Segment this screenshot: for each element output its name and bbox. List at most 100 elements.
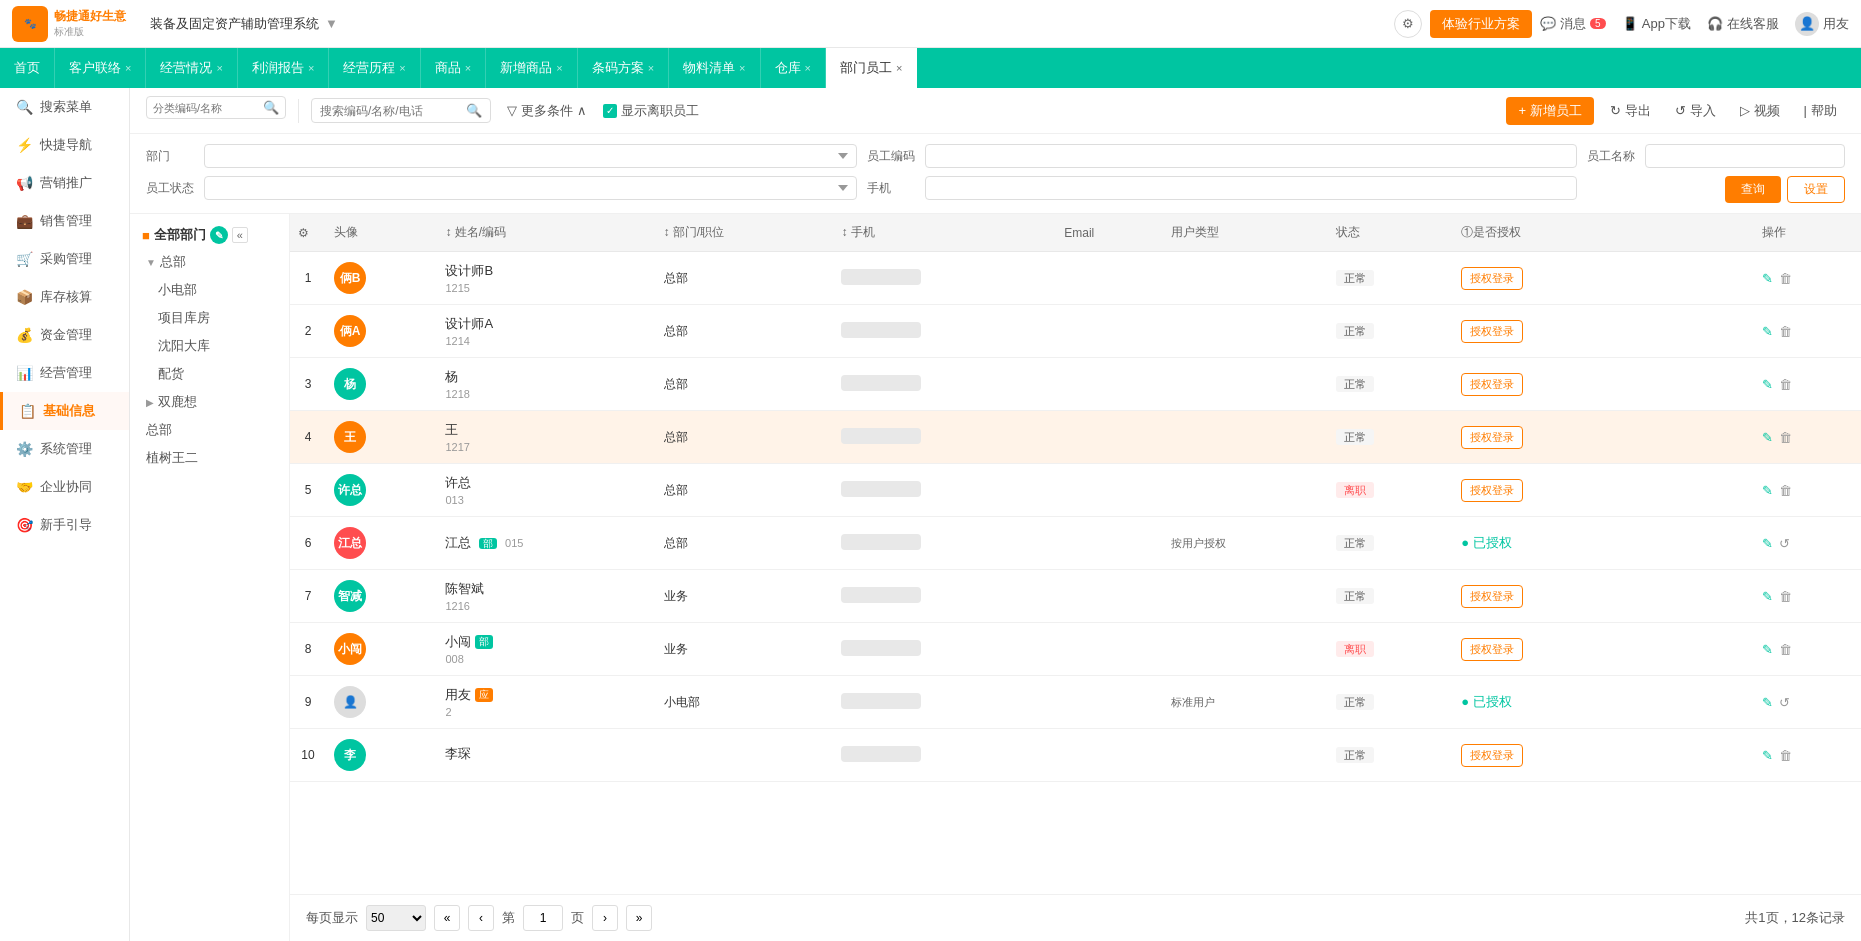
delete-button[interactable]: ↺ xyxy=(1779,536,1790,551)
query-button[interactable]: 查询 xyxy=(1725,176,1781,203)
edit-button[interactable]: ✎ xyxy=(1762,271,1773,286)
sidebar-item-guide[interactable]: 🎯 新手引导 xyxy=(0,506,129,544)
phone-input[interactable] xyxy=(925,176,1578,200)
edit-button[interactable]: ✎ xyxy=(1762,324,1773,339)
more-filter-button[interactable]: ▽ 更多条件 ∧ xyxy=(499,98,595,124)
tab-barcode[interactable]: 条码方案 × xyxy=(578,48,669,88)
delete-button[interactable]: 🗑 xyxy=(1779,748,1792,763)
help-button[interactable]: | 帮助 xyxy=(1796,98,1845,124)
sidebar-item-search[interactable]: 🔍 搜索菜单 xyxy=(0,88,129,126)
edit-dept-icon[interactable]: ✎ xyxy=(210,226,228,244)
tab-warehouse[interactable]: 仓库 × xyxy=(761,48,826,88)
import-button[interactable]: ↺ 导入 xyxy=(1667,98,1724,124)
prev-page-button[interactable]: ‹ xyxy=(468,905,494,931)
export-button[interactable]: ↻ 导出 xyxy=(1602,98,1659,124)
main-search-input[interactable] xyxy=(320,104,462,118)
dept-tree-item-shuanglu[interactable]: ▶ 双鹿想 xyxy=(138,388,281,416)
dropdown-arrow-icon[interactable]: ▼ xyxy=(325,16,338,31)
sidebar-item-finance[interactable]: 💰 资金管理 xyxy=(0,316,129,354)
page-number-input[interactable] xyxy=(523,905,563,931)
dept-tree-item-peihuo[interactable]: 配货 xyxy=(138,360,281,388)
add-employee-button[interactable]: + 新增员工 xyxy=(1506,97,1593,125)
sidebar-item-purchase[interactable]: 🛒 采购管理 xyxy=(0,240,129,278)
dept-search-box[interactable]: 🔍 xyxy=(146,96,286,119)
delete-button[interactable]: 🗑 xyxy=(1779,377,1792,392)
tab-customer[interactable]: 客户联络 × xyxy=(55,48,146,88)
dept-tree-item-zongbu[interactable]: ▼ 总部 xyxy=(138,248,281,276)
auth-button[interactable]: 授权登录 xyxy=(1461,585,1523,608)
dept-tree-item-shenyang[interactable]: 沈阳大库 xyxy=(138,332,281,360)
close-icon[interactable]: × xyxy=(465,62,471,74)
edit-button[interactable]: ✎ xyxy=(1762,748,1773,763)
close-icon[interactable]: × xyxy=(648,62,654,74)
edit-button[interactable]: ✎ xyxy=(1762,589,1773,604)
auth-button[interactable]: 授权登录 xyxy=(1461,320,1523,343)
col-dept[interactable]: ↕ 部门/职位 xyxy=(656,214,834,252)
show-resigned-checkbox[interactable]: ✓ 显示离职员工 xyxy=(603,102,699,120)
close-icon[interactable]: × xyxy=(308,62,314,74)
emp-status-select[interactable] xyxy=(204,176,857,200)
collapse-button[interactable]: « xyxy=(232,227,248,243)
close-icon[interactable]: × xyxy=(739,62,745,74)
sidebar-item-basic[interactable]: 📋 基础信息 xyxy=(0,392,129,430)
video-button[interactable]: ▷ 视频 xyxy=(1732,98,1788,124)
sidebar-item-sales[interactable]: 💼 销售管理 xyxy=(0,202,129,240)
tab-employees[interactable]: 部门员工 × xyxy=(826,48,917,88)
col-name[interactable]: ↕ 姓名/编码 xyxy=(437,214,655,252)
experience-button[interactable]: 体验行业方案 xyxy=(1430,10,1532,38)
tab-home[interactable]: 首页 xyxy=(0,48,55,88)
main-search-box[interactable]: 🔍 xyxy=(311,98,491,123)
sidebar-item-system[interactable]: ⚙️ 系统管理 xyxy=(0,430,129,468)
sidebar-item-collab[interactable]: 🤝 企业协同 xyxy=(0,468,129,506)
online-service-button[interactable]: 🎧 在线客服 xyxy=(1707,15,1779,33)
tab-operation[interactable]: 经营情况 × xyxy=(146,48,237,88)
tab-bom[interactable]: 物料清单 × xyxy=(669,48,760,88)
delete-button[interactable]: 🗑 xyxy=(1779,271,1792,286)
sidebar-item-nav[interactable]: ⚡ 快捷导航 xyxy=(0,126,129,164)
delete-button[interactable]: 🗑 xyxy=(1779,430,1792,445)
auth-button[interactable]: 授权登录 xyxy=(1461,373,1523,396)
tab-history[interactable]: 经营历程 × xyxy=(329,48,420,88)
auth-button[interactable]: 授权登录 xyxy=(1461,638,1523,661)
delete-button[interactable]: 🗑 xyxy=(1779,589,1792,604)
emp-code-input[interactable] xyxy=(925,144,1578,168)
edit-button[interactable]: ✎ xyxy=(1762,695,1773,710)
auth-button[interactable]: 授权登录 xyxy=(1461,267,1523,290)
close-icon[interactable]: × xyxy=(556,62,562,74)
close-icon[interactable]: × xyxy=(805,62,811,74)
per-page-select[interactable]: 50 xyxy=(366,905,426,931)
auth-button[interactable]: 授权登录 xyxy=(1461,426,1523,449)
delete-button[interactable]: 🗑 xyxy=(1779,483,1792,498)
edit-button[interactable]: ✎ xyxy=(1762,536,1773,551)
sidebar-item-marketing[interactable]: 📢 营销推广 xyxy=(0,164,129,202)
edit-button[interactable]: ✎ xyxy=(1762,430,1773,445)
edit-button[interactable]: ✎ xyxy=(1762,642,1773,657)
tab-add-goods[interactable]: 新增商品 × xyxy=(486,48,577,88)
tab-goods[interactable]: 商品 × xyxy=(421,48,486,88)
edit-button[interactable]: ✎ xyxy=(1762,377,1773,392)
user-menu-button[interactable]: 👤 用友 xyxy=(1795,12,1849,36)
dept-tree-item-zhishu[interactable]: 植树王二 xyxy=(138,444,281,472)
col-phone[interactable]: ↕ 手机 xyxy=(833,214,1056,252)
col-settings[interactable]: ⚙ xyxy=(290,214,326,252)
app-download-button[interactable]: 📱 App下载 xyxy=(1622,15,1691,33)
dept-search-input[interactable] xyxy=(153,102,259,114)
first-page-button[interactable]: « xyxy=(434,905,460,931)
delete-button[interactable]: 🗑 xyxy=(1779,324,1792,339)
emp-name-input[interactable] xyxy=(1645,144,1845,168)
auth-button[interactable]: 授权登录 xyxy=(1461,479,1523,502)
message-button[interactable]: 💬 消息 5 xyxy=(1540,15,1606,33)
last-page-button[interactable]: » xyxy=(626,905,652,931)
close-icon[interactable]: × xyxy=(125,62,131,74)
close-icon[interactable]: × xyxy=(399,62,405,74)
dept-select[interactable] xyxy=(204,144,857,168)
dept-tree-item-xiaodian[interactable]: 小电部 xyxy=(138,276,281,304)
reset-button[interactable]: 设置 xyxy=(1787,176,1845,203)
close-icon[interactable]: × xyxy=(216,62,222,74)
auth-button[interactable]: 授权登录 xyxy=(1461,744,1523,767)
dept-tree-item-zongbu2[interactable]: 总部 xyxy=(138,416,281,444)
sidebar-item-business[interactable]: 📊 经营管理 xyxy=(0,354,129,392)
edit-button[interactable]: ✎ xyxy=(1762,483,1773,498)
dept-tree-item-xiangmu[interactable]: 项目库房 xyxy=(138,304,281,332)
next-page-button[interactable]: › xyxy=(592,905,618,931)
